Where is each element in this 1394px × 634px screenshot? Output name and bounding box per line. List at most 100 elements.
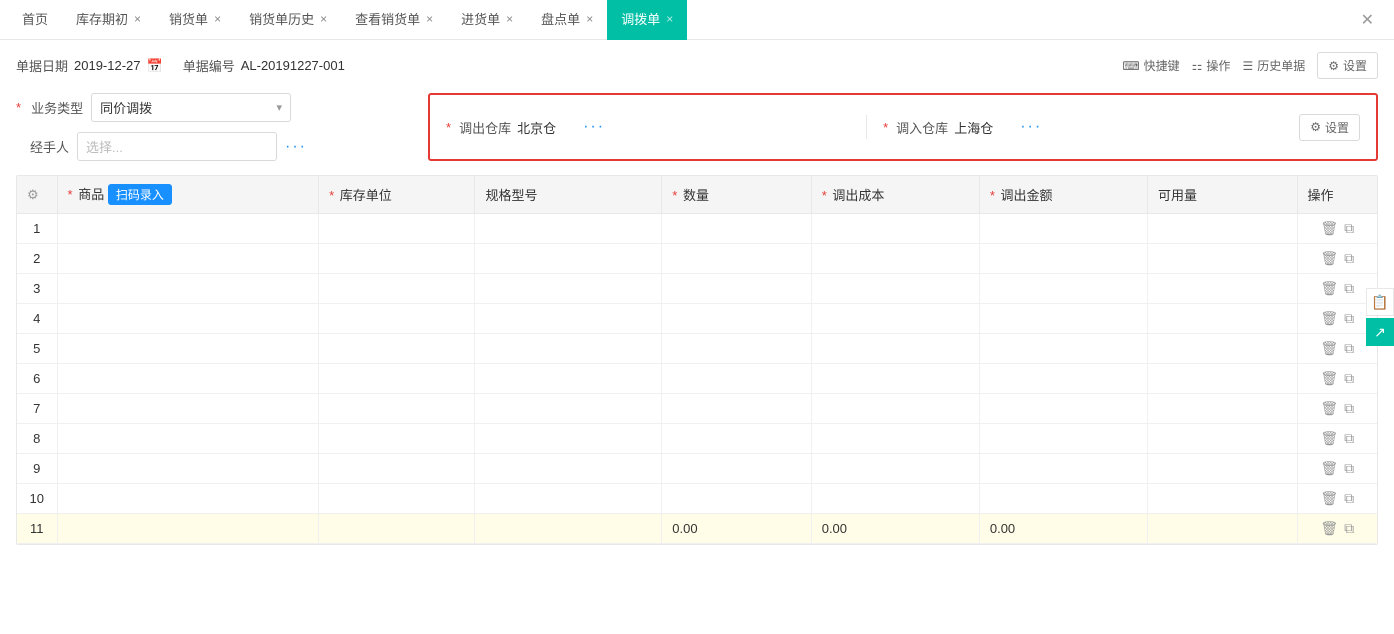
amount-cell-3[interactable] <box>979 274 1147 304</box>
out-wh-value[interactable]: 北京仓 <box>517 118 577 137</box>
copy-icon-1[interactable]: ⧉ <box>1344 220 1354 237</box>
shortcut-action[interactable]: ⌨ 快捷键 <box>1122 57 1179 74</box>
cost-cell-2[interactable] <box>811 244 979 274</box>
delete-icon-6[interactable]: 🗑 <box>1320 370 1338 387</box>
settings-button[interactable]: ⚙ 设置 <box>1317 52 1378 79</box>
copy-icon-8[interactable]: ⧉ <box>1344 430 1354 447</box>
copy-icon-6[interactable]: ⧉ <box>1344 370 1354 387</box>
product-cell-10[interactable] <box>57 484 319 514</box>
qty-cell-5[interactable] <box>662 334 811 364</box>
cost-cell-4[interactable] <box>811 304 979 334</box>
tab-purchase[interactable]: 进货单 × <box>447 0 527 40</box>
qty-cell-3[interactable] <box>662 274 811 304</box>
calendar-icon[interactable]: 📅 <box>147 58 163 74</box>
person-select[interactable]: 选择... <box>77 132 277 161</box>
product-cell-4[interactable] <box>57 304 319 334</box>
date-value[interactable]: 2019-12-27 <box>74 58 141 73</box>
cost-cell-6[interactable] <box>811 364 979 394</box>
tab-sales[interactable]: 销货单 × <box>155 0 235 40</box>
product-cell-2[interactable] <box>57 244 319 274</box>
out-wh-more-icon[interactable]: ··· <box>583 118 605 136</box>
product-cell-1[interactable] <box>57 214 319 244</box>
spec-cell-4[interactable] <box>475 304 662 334</box>
delete-icon-9[interactable]: 🗑 <box>1320 460 1338 477</box>
unit-cell-3[interactable] <box>319 274 475 304</box>
spec-cell-10[interactable] <box>475 484 662 514</box>
amount-cell-8[interactable] <box>979 424 1147 454</box>
unit-cell-6[interactable] <box>319 364 475 394</box>
tab-stocktake-close[interactable]: × <box>586 12 593 26</box>
delete-icon-7[interactable]: 🗑 <box>1320 400 1338 417</box>
operate-action[interactable]: ⚏ 操作 <box>1192 57 1231 74</box>
cost-cell-5[interactable] <box>811 334 979 364</box>
available-cell-9[interactable] <box>1148 454 1298 484</box>
available-cell-10[interactable] <box>1148 484 1298 514</box>
business-type-select[interactable]: 同价调拨 ▾ <box>91 93 291 122</box>
available-cell-8[interactable] <box>1148 424 1298 454</box>
copy-icon-2[interactable]: ⧉ <box>1344 250 1354 267</box>
available-cell-2[interactable] <box>1148 244 1298 274</box>
product-cell-3[interactable] <box>57 274 319 304</box>
amount-cell-4[interactable] <box>979 304 1147 334</box>
qty-cell-1[interactable] <box>662 214 811 244</box>
amount-cell-5[interactable] <box>979 334 1147 364</box>
th-settings[interactable]: ⚙ <box>17 176 57 214</box>
unit-cell-1[interactable] <box>319 214 475 244</box>
qty-cell-2[interactable] <box>662 244 811 274</box>
amount-cell-10[interactable] <box>979 484 1147 514</box>
tab-view-sales[interactable]: 查看销货单 × <box>341 0 447 40</box>
tab-transfer[interactable]: 调拨单 × <box>607 0 687 40</box>
spec-cell-8[interactable] <box>475 424 662 454</box>
side-expand-btn[interactable]: ↗ <box>1366 318 1394 346</box>
amount-cell-1[interactable] <box>979 214 1147 244</box>
tab-inventory-init[interactable]: 库存期初 × <box>62 0 155 40</box>
amount-cell-6[interactable] <box>979 364 1147 394</box>
delete-icon[interactable]: 🗑 <box>1320 520 1338 537</box>
cost-cell-8[interactable] <box>811 424 979 454</box>
spec-cell-9[interactable] <box>475 454 662 484</box>
spec-cell-6[interactable] <box>475 364 662 394</box>
delete-icon-5[interactable]: 🗑 <box>1320 340 1338 357</box>
qty-cell-6[interactable] <box>662 364 811 394</box>
unit-cell-5[interactable] <box>319 334 475 364</box>
spec-cell-2[interactable] <box>475 244 662 274</box>
copy-icon[interactable]: ⧉ <box>1344 520 1354 537</box>
table-gear-icon[interactable]: ⚙ <box>27 187 39 202</box>
spec-cell-7[interactable] <box>475 394 662 424</box>
window-close-btn[interactable]: ✕ <box>1349 10 1386 30</box>
unit-cell-4[interactable] <box>319 304 475 334</box>
spec-cell-5[interactable] <box>475 334 662 364</box>
product-cell-9[interactable] <box>57 454 319 484</box>
delete-icon-4[interactable]: 🗑 <box>1320 310 1338 327</box>
delete-icon-2[interactable]: 🗑 <box>1320 250 1338 267</box>
copy-icon-4[interactable]: ⧉ <box>1344 310 1354 327</box>
tab-transfer-close[interactable]: × <box>666 12 673 26</box>
available-cell-1[interactable] <box>1148 214 1298 244</box>
unit-cell-8[interactable] <box>319 424 475 454</box>
qty-cell-10[interactable] <box>662 484 811 514</box>
cost-cell-3[interactable] <box>811 274 979 304</box>
product-cell-8[interactable] <box>57 424 319 454</box>
product-cell-5[interactable] <box>57 334 319 364</box>
available-cell-7[interactable] <box>1148 394 1298 424</box>
delete-icon-1[interactable]: 🗑 <box>1320 220 1338 237</box>
copy-icon-7[interactable]: ⧉ <box>1344 400 1354 417</box>
copy-icon-3[interactable]: ⧉ <box>1344 280 1354 297</box>
amount-cell-9[interactable] <box>979 454 1147 484</box>
tab-purchase-close[interactable]: × <box>506 12 513 26</box>
spec-cell-1[interactable] <box>475 214 662 244</box>
cost-cell-7[interactable] <box>811 394 979 424</box>
product-cell-7[interactable] <box>57 394 319 424</box>
copy-icon-9[interactable]: ⧉ <box>1344 460 1354 477</box>
tab-sales-close[interactable]: × <box>214 12 221 26</box>
copy-icon-10[interactable]: ⧉ <box>1344 490 1354 507</box>
qty-cell-4[interactable] <box>662 304 811 334</box>
tab-home[interactable]: 首页 <box>8 0 62 40</box>
delete-icon-3[interactable]: 🗑 <box>1320 280 1338 297</box>
unit-cell-9[interactable] <box>319 454 475 484</box>
history-action[interactable]: ☰ 历史单据 <box>1242 57 1305 74</box>
delete-icon-10[interactable]: 🗑 <box>1320 490 1338 507</box>
tab-sales-history-close[interactable]: × <box>320 12 327 26</box>
available-cell-5[interactable] <box>1148 334 1298 364</box>
qty-cell-7[interactable] <box>662 394 811 424</box>
